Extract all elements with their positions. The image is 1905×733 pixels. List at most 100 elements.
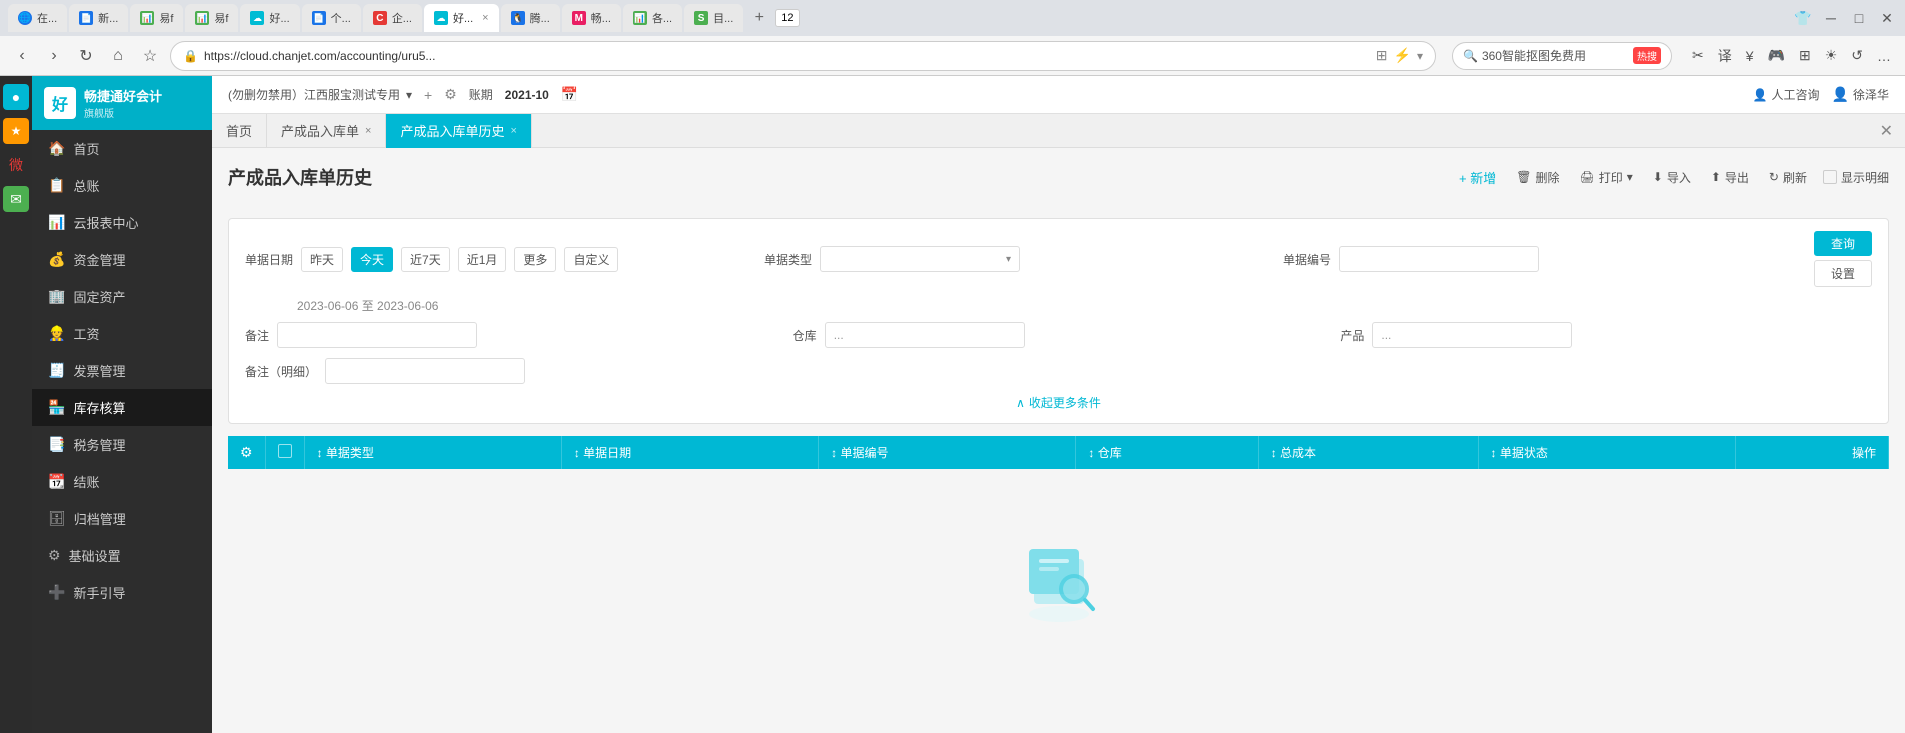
tab-t11[interactable]: 📊 各...	[623, 4, 682, 32]
tab-t7[interactable]: C 企...	[363, 4, 422, 32]
th-warehouse: ↕ 仓库	[1076, 436, 1258, 469]
sidebar-item-invoice[interactable]: 🧾 发票管理	[32, 352, 212, 389]
add-account-icon[interactable]: +	[424, 87, 432, 103]
reload-icon[interactable]: ↺	[1847, 45, 1867, 66]
refresh-button[interactable]: ↻	[74, 44, 98, 68]
sidebar-item-fixed[interactable]: 🏢 固定资产	[32, 278, 212, 315]
sidebar-item-inventory[interactable]: 🏪 库存核算	[32, 389, 212, 426]
table-container: ⚙ ↕ 单据类型 ↕ 单据日期	[228, 436, 1889, 469]
settings-query-button[interactable]: 设置	[1814, 260, 1872, 287]
yesterday-btn[interactable]: 昨天	[301, 247, 343, 272]
refresh-button[interactable]: ↻ 刷新	[1765, 167, 1811, 188]
column-settings-icon[interactable]: ⚙	[240, 444, 253, 460]
th-settings[interactable]: ⚙	[228, 436, 265, 469]
sidebar-item-report[interactable]: 📊 云报表中心	[32, 204, 212, 241]
weibo-icon[interactable]: 微	[3, 152, 29, 178]
chevron-down-icon[interactable]: ▾	[1417, 49, 1423, 63]
sidebar-item-payroll[interactable]: 👷 工资	[32, 315, 212, 352]
email-icon[interactable]: ✉	[3, 186, 29, 212]
url-bar[interactable]: 🔒 https://cloud.chanjet.com/accounting/u…	[170, 41, 1436, 71]
collapse-button[interactable]: ∧ 收起更多条件	[245, 394, 1872, 411]
tab-t6[interactable]: 📄 个...	[302, 4, 361, 32]
th-cost: ↕ 总成本	[1258, 436, 1478, 469]
new-tab-button[interactable]: +	[745, 4, 773, 32]
settings-gear-icon[interactable]: ⚙	[444, 86, 457, 103]
settings-dots-icon[interactable]: …	[1873, 46, 1895, 66]
sidebar-item-newbie[interactable]: ➕ 新手引导	[32, 574, 212, 611]
export-button[interactable]: ⬆ 导出	[1707, 167, 1753, 188]
tab-favicon-t1: 🌐	[18, 11, 32, 25]
last1m-btn[interactable]: 近1月	[458, 247, 507, 272]
page-tab-list[interactable]: 产成品入库单 ×	[267, 114, 386, 148]
tab-t5[interactable]: ☁ 好...	[240, 4, 299, 32]
sidebar-label-fund: 资金管理	[73, 250, 125, 269]
scissors-icon[interactable]: ✂	[1688, 45, 1708, 66]
app-logo-icon[interactable]: ●	[3, 84, 29, 110]
yuan-icon[interactable]: ¥	[1742, 46, 1758, 66]
bookmark-button[interactable]: ☆	[138, 44, 162, 68]
tab-t4[interactable]: 📊 易f	[185, 4, 238, 32]
notification-icon[interactable]: ★	[3, 118, 29, 144]
sidebar-item-home[interactable]: 🏠 首页	[32, 130, 212, 167]
more-btn[interactable]: 更多	[514, 247, 556, 272]
import-button[interactable]: ⬇ 导入	[1649, 167, 1695, 188]
sidebar-item-tax[interactable]: 📑 税务管理	[32, 426, 212, 463]
home-button[interactable]: ⌂	[106, 44, 130, 68]
warehouse-select[interactable]: ...	[825, 322, 1025, 348]
apps-icon[interactable]: ⊞	[1795, 45, 1815, 66]
show-details-checkbox[interactable]	[1823, 170, 1837, 184]
sidebar-item-ledger[interactable]: 📋 总账	[32, 167, 212, 204]
tab-t12[interactable]: S 目...	[684, 4, 743, 32]
tab-t1[interactable]: 🌐 在...	[8, 4, 67, 32]
custom-btn[interactable]: 自定义	[564, 247, 618, 272]
sun-icon[interactable]: ☀	[1821, 45, 1842, 66]
sidebar-header: 好 畅捷通好会计 旗舰版	[32, 76, 212, 130]
page-tab-list-close[interactable]: ×	[365, 125, 371, 137]
delete-button[interactable]: 🗑 删除	[1512, 167, 1563, 188]
search-panel: 单据日期 昨天 今天 近7天 近1月 更多 自定义 单据类型	[228, 218, 1889, 424]
number-input[interactable]	[1339, 246, 1539, 272]
back-button[interactable]: ‹	[10, 44, 34, 68]
tab-t10[interactable]: M 畅...	[562, 4, 621, 32]
minimize-button[interactable]: ─	[1821, 8, 1841, 28]
page-tab-home[interactable]: 首页	[212, 114, 267, 148]
tab-close-t8[interactable]: ×	[482, 12, 488, 24]
detail-remark-input[interactable]	[325, 358, 525, 384]
sidebar-item-close[interactable]: 📆 结账	[32, 463, 212, 500]
page-tab-history-close[interactable]: ×	[510, 125, 516, 137]
th-checkbox[interactable]	[265, 436, 304, 469]
export-icon: ⬆	[1711, 170, 1721, 184]
sidebar-label-basic: 基础设置	[69, 546, 121, 565]
sidebar-item-basic[interactable]: ⚙ 基础设置	[32, 537, 212, 574]
sidebar-item-fund[interactable]: 💰 资金管理	[32, 241, 212, 278]
close-button[interactable]: ✕	[1877, 8, 1897, 28]
user-info: 👤 徐泽华	[1832, 86, 1889, 103]
last7-btn[interactable]: 近7天	[401, 247, 450, 272]
close-pane-icon[interactable]: ✕	[1880, 121, 1893, 141]
select-all-checkbox[interactable]	[278, 444, 292, 458]
product-select[interactable]: ...	[1372, 322, 1572, 348]
query-button[interactable]: 查询	[1814, 231, 1872, 256]
today-btn[interactable]: 今天	[351, 247, 393, 272]
page-tab-history[interactable]: 产成品入库单历史 ×	[386, 114, 531, 148]
th-number: ↕ 单据编号	[819, 436, 1076, 469]
bolt-icon: ⚡	[1394, 47, 1411, 64]
print-button[interactable]: 🖨 打印 ▾	[1575, 167, 1636, 188]
account-selector[interactable]: (勿删勿禁用）江西服宝测试专用 ▾	[228, 86, 412, 103]
game-icon[interactable]: 🎮	[1764, 45, 1789, 66]
add-button[interactable]: + 新增	[1455, 166, 1500, 189]
calendar-icon[interactable]: 📅	[561, 86, 578, 103]
remark-input[interactable]	[277, 322, 477, 348]
tab-t2[interactable]: 📄 新...	[69, 4, 128, 32]
search-bar[interactable]: 🔍 360智能抠图免费用 热搜	[1452, 42, 1672, 70]
sidebar-item-archive[interactable]: 🗄 归档管理	[32, 500, 212, 537]
tab-t8[interactable]: ☁ 好... ×	[424, 4, 499, 32]
tab-t9[interactable]: 🐧 腾...	[501, 4, 560, 32]
tab-t3[interactable]: 📊 易f	[130, 4, 183, 32]
settings-icon: ⚙	[48, 547, 61, 564]
maximize-button[interactable]: □	[1849, 8, 1869, 28]
consultant-button[interactable]: 👤 人工咨询	[1753, 86, 1820, 103]
type-select[interactable]: ▾	[820, 246, 1020, 272]
forward-button[interactable]: ›	[42, 44, 66, 68]
translate-icon[interactable]: 译	[1714, 44, 1736, 68]
